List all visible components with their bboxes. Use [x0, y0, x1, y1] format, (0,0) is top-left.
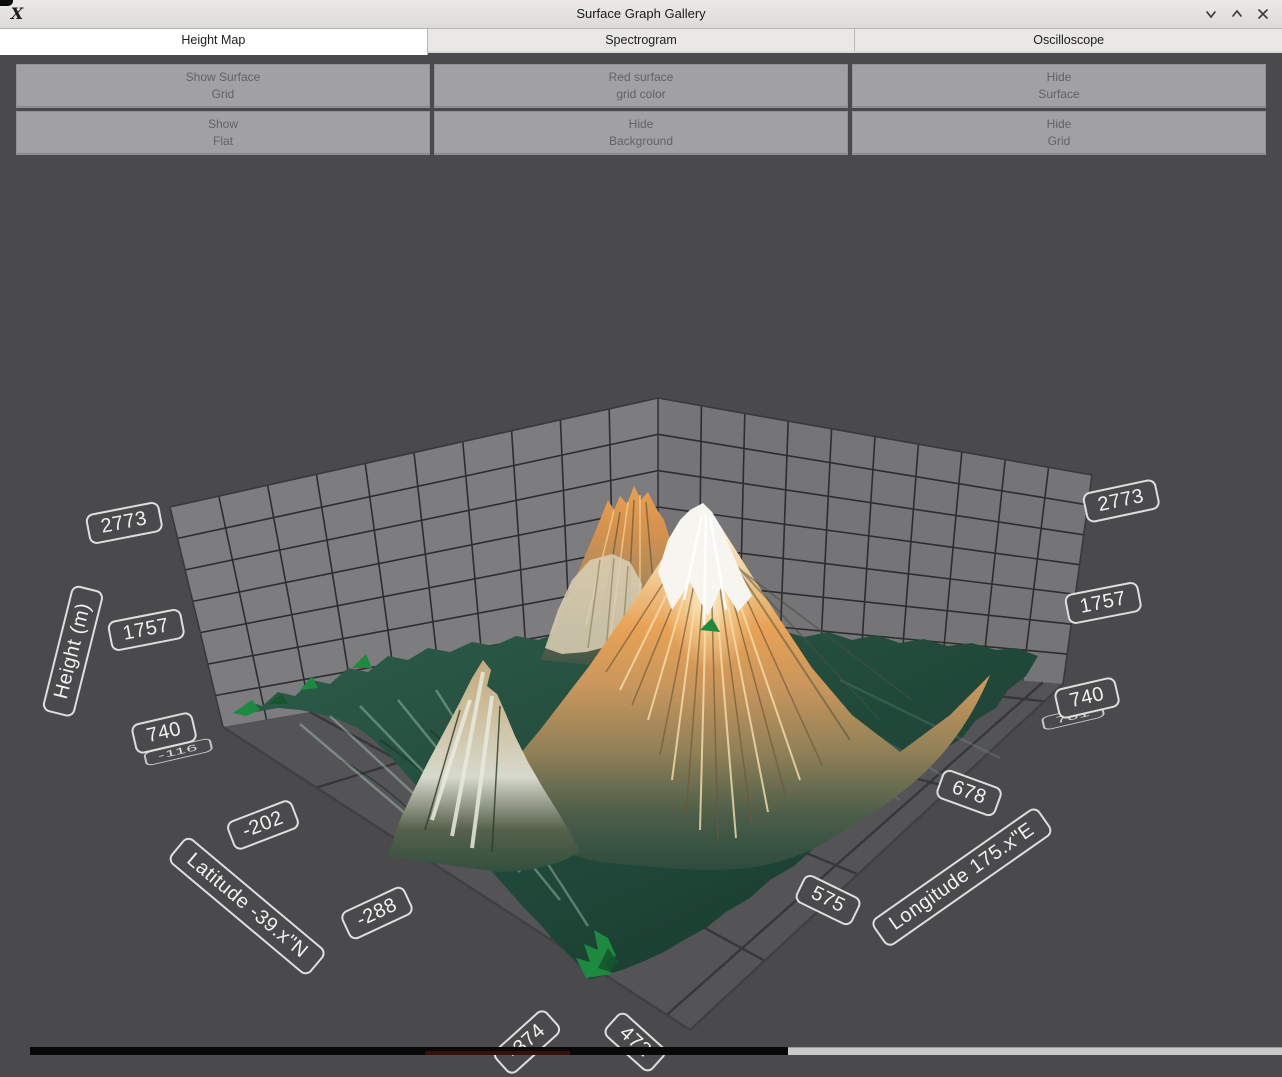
button-label-line1: Red surface — [609, 69, 674, 86]
button-label-line2: Surface — [1038, 86, 1079, 103]
window-title: Surface Graph Gallery — [0, 0, 1282, 28]
chevron-up-icon — [1229, 6, 1245, 22]
tab-oscilloscope[interactable]: Oscilloscope — [855, 28, 1282, 51]
taskbar-sliver — [0, 1047, 1282, 1055]
close-button[interactable] — [1252, 5, 1274, 23]
chevron-down-icon — [1203, 6, 1219, 22]
button-label-line2: grid color — [616, 86, 665, 103]
button-label-line1: Hide — [629, 116, 654, 133]
button-label-line1: Show — [208, 116, 238, 133]
button-label-line2: Grid — [212, 86, 235, 103]
tab-spectrogram[interactable]: Spectrogram — [428, 28, 856, 51]
shade-button[interactable] — [1200, 5, 1222, 23]
button-label-line2: Background — [609, 133, 673, 150]
button-label-line1: Hide — [1047, 116, 1072, 133]
button-label-line1: Show Surface — [186, 69, 261, 86]
hide-surface-button[interactable]: Hide Surface — [852, 64, 1266, 108]
hide-grid-button[interactable]: Hide Grid — [852, 111, 1266, 155]
show-flat-button[interactable]: Show Flat — [16, 111, 430, 155]
close-icon — [1255, 6, 1271, 22]
taskbar-light-segment — [788, 1047, 1282, 1055]
surface-plot-canvas[interactable] — [0, 0, 1282, 1055]
button-label-line2: Flat — [213, 133, 233, 150]
title-bar[interactable]: X Surface Graph Gallery — [0, 0, 1282, 29]
control-button-grid: Show Surface Grid Red surface grid color… — [16, 64, 1266, 155]
maximize-button[interactable] — [1226, 5, 1248, 23]
toggle-surface-grid-button[interactable]: Show Surface Grid — [16, 64, 430, 108]
tab-height-map[interactable]: Height Map — [0, 28, 428, 55]
taskbar-thumbnail-sliver — [425, 1051, 570, 1055]
button-label-line1: Hide — [1047, 69, 1072, 86]
button-label-line2: Grid — [1048, 133, 1071, 150]
hide-background-button[interactable]: Hide Background — [434, 111, 848, 155]
taskbar-dark-segment — [30, 1047, 788, 1055]
grid-color-button[interactable]: Red surface grid color — [434, 64, 848, 108]
tab-bar: Height Map Spectrogram Oscilloscope — [0, 28, 1282, 51]
